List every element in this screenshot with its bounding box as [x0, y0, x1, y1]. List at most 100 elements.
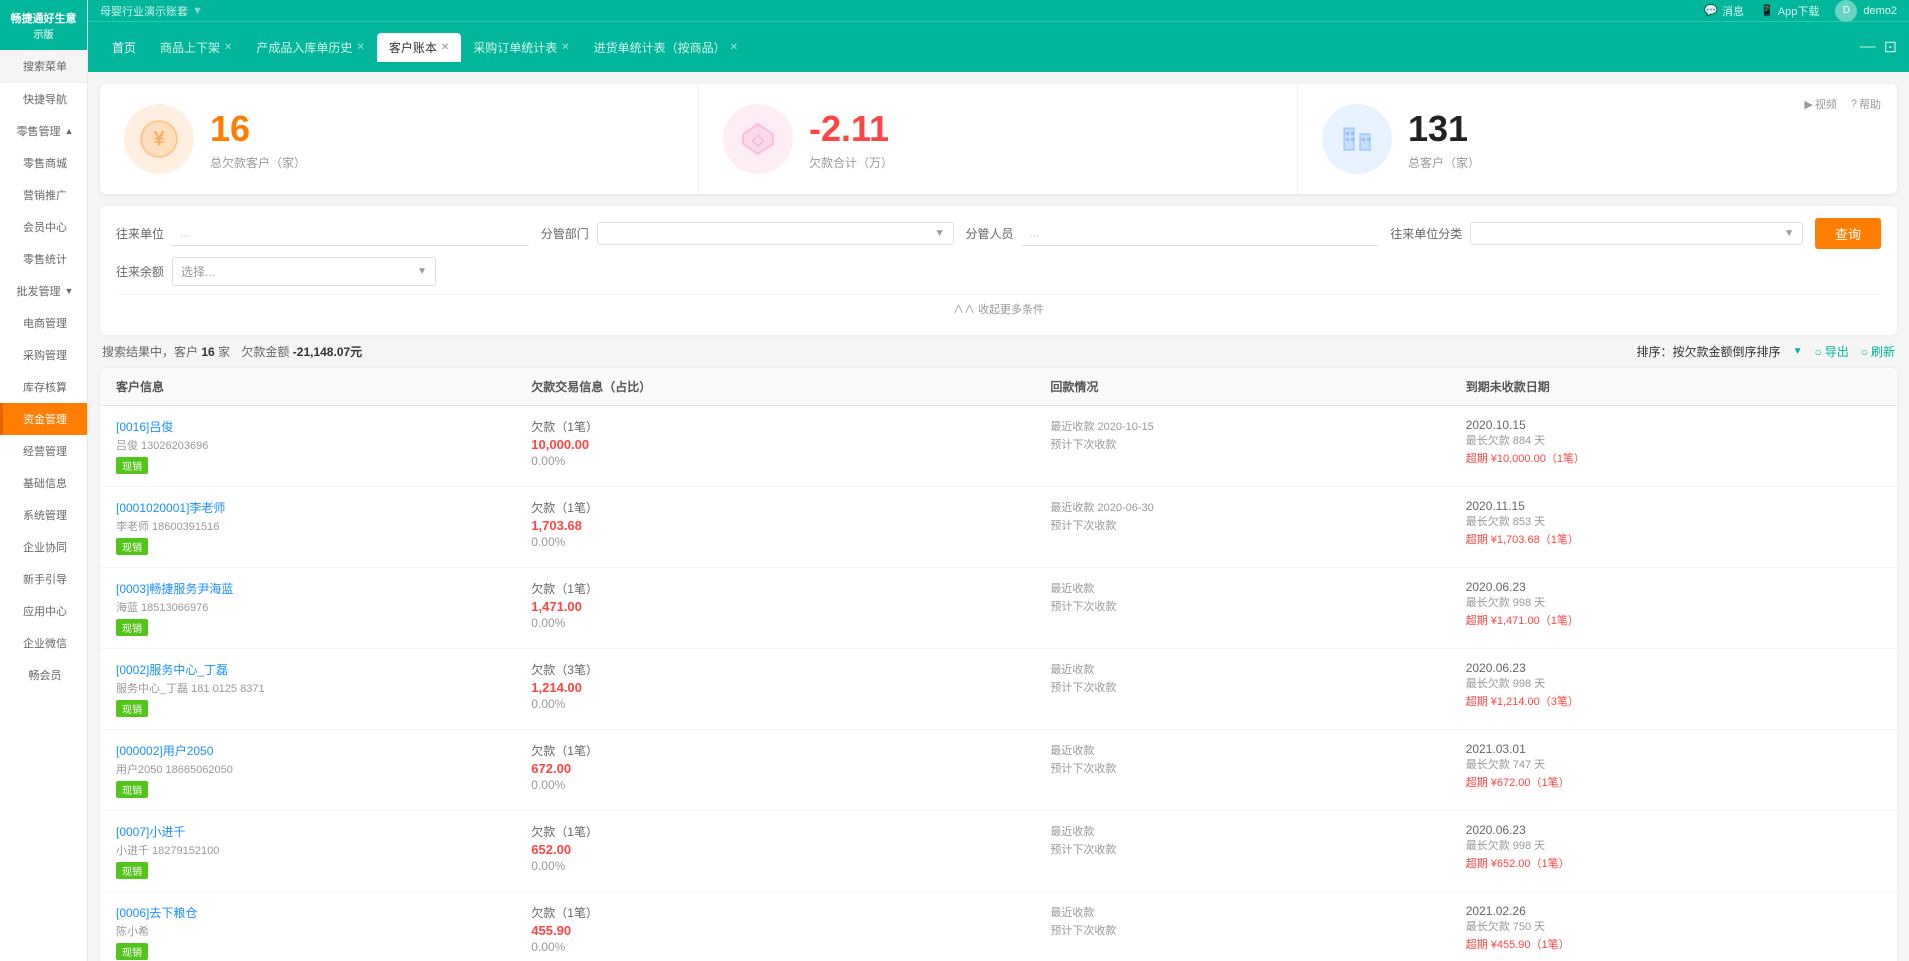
table-body: [0016]吕俊 吕俊 13026203696 现销 欠款（1笔） 10,000…: [100, 406, 1897, 961]
debt-count-2: 欠款（1笔）: [531, 580, 1050, 597]
overdue-amount-0[interactable]: 超期 ¥10,000.00（1笔）: [1466, 450, 1881, 466]
refresh-btn[interactable]: ○ 刷新: [1861, 343, 1895, 360]
help-btn[interactable]: ? 帮助: [1851, 96, 1881, 112]
sidebar-item-operations[interactable]: 经营管理: [0, 435, 87, 467]
collection-label-5: 最近收款: [1050, 823, 1465, 839]
sidebar-item-batch-mgmt[interactable]: 批发管理 ▼: [0, 275, 87, 307]
quick-nav-label: 快捷导航: [23, 94, 67, 106]
message-btn[interactable]: 💬 消息: [1704, 3, 1744, 19]
yuan-icon-svg: ¥: [139, 119, 179, 159]
sidebar-item-retail-mgmt[interactable]: 零售管理 ▲: [0, 115, 87, 147]
collection-next-5: 预计下次收款: [1050, 841, 1465, 857]
sidebar-item-system[interactable]: 系统管理: [0, 499, 87, 531]
sidebar-item-purchase[interactable]: 采购管理: [0, 339, 87, 371]
dept-select[interactable]: ▼: [597, 222, 954, 245]
customer-tag-0: 现销: [116, 457, 148, 474]
debt-amount-1[interactable]: 1,703.68: [531, 518, 1050, 533]
play-icon: ▶: [1804, 98, 1812, 111]
tab-home[interactable]: 首页: [100, 33, 148, 62]
tab-product-up-close[interactable]: ✕: [224, 42, 232, 53]
tab-purchase-order-close[interactable]: ✕: [561, 42, 569, 53]
video-btn[interactable]: ▶ 视频: [1804, 96, 1836, 112]
tab-purchase-order[interactable]: 采购订单统计表 ✕: [461, 33, 581, 62]
debt-amount-0[interactable]: 10,000.00: [531, 437, 1050, 452]
collection-next-4: 预计下次收款: [1050, 760, 1465, 776]
sidebar-item-wechat[interactable]: 企业微信: [0, 627, 87, 659]
query-button[interactable]: 查询: [1815, 218, 1881, 249]
overdue-amount-6[interactable]: 超期 ¥455.90（1笔）: [1466, 936, 1881, 952]
balance-select[interactable]: 选择... ▼: [172, 257, 436, 286]
sidebar-item-retail-store[interactable]: 零售商城: [0, 147, 87, 179]
collapse-bar[interactable]: ∧∧ 收起更多条件: [116, 294, 1881, 323]
total-customers-label: 总客户（家）: [1408, 154, 1480, 171]
tab-product-history-close[interactable]: ✕: [356, 42, 364, 53]
result-bar: 搜索结果中，客户 16 家 欠款金额 -21,148.07元 排序：按欠款金额倒…: [100, 343, 1897, 360]
tab-product-history[interactable]: 产成品入库单历史 ✕: [244, 33, 376, 62]
overdue-days-6: 最长欠款 750 天: [1466, 918, 1881, 934]
sidebar-item-finance[interactable]: 资金管理: [0, 403, 87, 435]
debt-amount-4[interactable]: 672.00: [531, 761, 1050, 776]
user-avatar-btn[interactable]: D demo2: [1835, 0, 1897, 22]
person-input[interactable]: ...: [1022, 221, 1379, 246]
sidebar-item-new-guide[interactable]: 新手引导: [0, 563, 87, 595]
sidebar-item-search[interactable]: 搜索菜单: [0, 50, 87, 83]
sidebar-item-members[interactable]: 会员中心: [0, 211, 87, 243]
sidebar-item-enterprise[interactable]: 企业协同: [0, 531, 87, 563]
cell-debt-3: 欠款（3笔） 1,214.00 0.00%: [531, 661, 1050, 711]
sidebar-item-vip[interactable]: 畅会员: [0, 659, 87, 691]
filter-department: 分管部门 ▼: [541, 222, 954, 245]
stat-icon-building: [1322, 104, 1392, 174]
balance-select-value: 选择...: [181, 263, 215, 280]
tabs-container: 首页 商品上下架 ✕ 产成品入库单历史 ✕ 客户账本 ✕ 采购订单统计表 ✕: [100, 33, 1860, 62]
tab-purchase-stat-close[interactable]: ✕: [730, 42, 738, 53]
collection-next-1: 预计下次收款: [1050, 517, 1465, 533]
balance-label: 往来余额: [116, 263, 164, 280]
overdue-amount-4[interactable]: 超期 ¥672.00（1笔）: [1466, 774, 1881, 790]
sidebar-item-marketing[interactable]: 营销推广: [0, 179, 87, 211]
sidebar-item-quick-nav[interactable]: 快捷导航: [0, 83, 87, 115]
tab-customer-close[interactable]: ✕: [441, 42, 449, 53]
minimize-btn[interactable]: —: [1860, 38, 1876, 56]
customer-name-4[interactable]: [000002]用户2050: [116, 742, 531, 759]
debt-amount-5[interactable]: 652.00: [531, 842, 1050, 857]
debt-amount-2[interactable]: 1,471.00: [531, 599, 1050, 614]
ecommerce-label: 电商管理: [23, 318, 67, 330]
sidebar-item-retail-stats[interactable]: 零售统计: [0, 243, 87, 275]
customer-tag-4: 现销: [116, 781, 148, 798]
debt-amount-6[interactable]: 455.90: [531, 923, 1050, 938]
category-select[interactable]: ▼: [1470, 222, 1803, 245]
overdue-amount-3[interactable]: 超期 ¥1,214.00（3笔）: [1466, 693, 1881, 709]
app-download-btn[interactable]: 📱 App下载: [1760, 3, 1819, 19]
overdue-amount-1[interactable]: 超期 ¥1,703.68（1笔）: [1466, 531, 1881, 547]
tab-purchase-stat[interactable]: 进货单统计表（按商品） ✕: [582, 33, 750, 62]
tab-product-up[interactable]: 商品上下架 ✕: [148, 33, 244, 62]
overdue-amount-5[interactable]: 超期 ¥652.00（1笔）: [1466, 855, 1881, 871]
col-debt-info: 欠款交易信息（占比）: [531, 378, 1050, 395]
sidebar-item-ecommerce[interactable]: 电商管理: [0, 307, 87, 339]
cell-due-2: 2020.06.23 最长欠款 998 天 超期 ¥1,471.00（1笔）: [1466, 580, 1881, 628]
app-logo: 畅捷通好生意 示版: [0, 0, 87, 50]
stat-card-total-customers: 131 总客户（家） ▶ 视频 ? 帮助: [1298, 84, 1897, 194]
customer-phone-4: 用户2050 18665062050: [116, 761, 531, 777]
customer-name-1[interactable]: [0001020001]李老师: [116, 499, 531, 516]
collection-next-3: 预计下次收款: [1050, 679, 1465, 695]
tab-customer-account[interactable]: 客户账本 ✕: [377, 33, 461, 62]
customer-name-3[interactable]: [0002]服务中心_丁磊: [116, 661, 531, 678]
customer-name-5[interactable]: [0007]小进千: [116, 823, 531, 840]
collection-label-0: 最近收款 2020-10-15: [1050, 418, 1465, 434]
debt-amount-3[interactable]: 1,214.00: [531, 680, 1050, 695]
overdue-amount-2[interactable]: 超期 ¥1,471.00（1笔）: [1466, 612, 1881, 628]
sidebar-item-basic-info[interactable]: 基础信息: [0, 467, 87, 499]
export-icon: ○: [1814, 345, 1821, 359]
customer-name-0[interactable]: [0016]吕俊: [116, 418, 531, 435]
sidebar-item-inventory[interactable]: 库存核算: [0, 371, 87, 403]
sidebar-item-app-center[interactable]: 应用中心: [0, 595, 87, 627]
retail-stats-label: 零售统计: [23, 254, 67, 266]
export-btn[interactable]: ○ 导出: [1814, 343, 1848, 360]
overdue-days-1: 最长欠款 853 天: [1466, 513, 1881, 529]
customer-name-2[interactable]: [0003]畅捷服务尹海蓝: [116, 580, 531, 597]
supplier-input[interactable]: ...: [172, 221, 529, 246]
maximize-btn[interactable]: ⊡: [1884, 37, 1897, 57]
customer-name-6[interactable]: [0006]去下粮仓: [116, 904, 531, 921]
company-dropdown-icon[interactable]: ▼: [192, 5, 203, 17]
